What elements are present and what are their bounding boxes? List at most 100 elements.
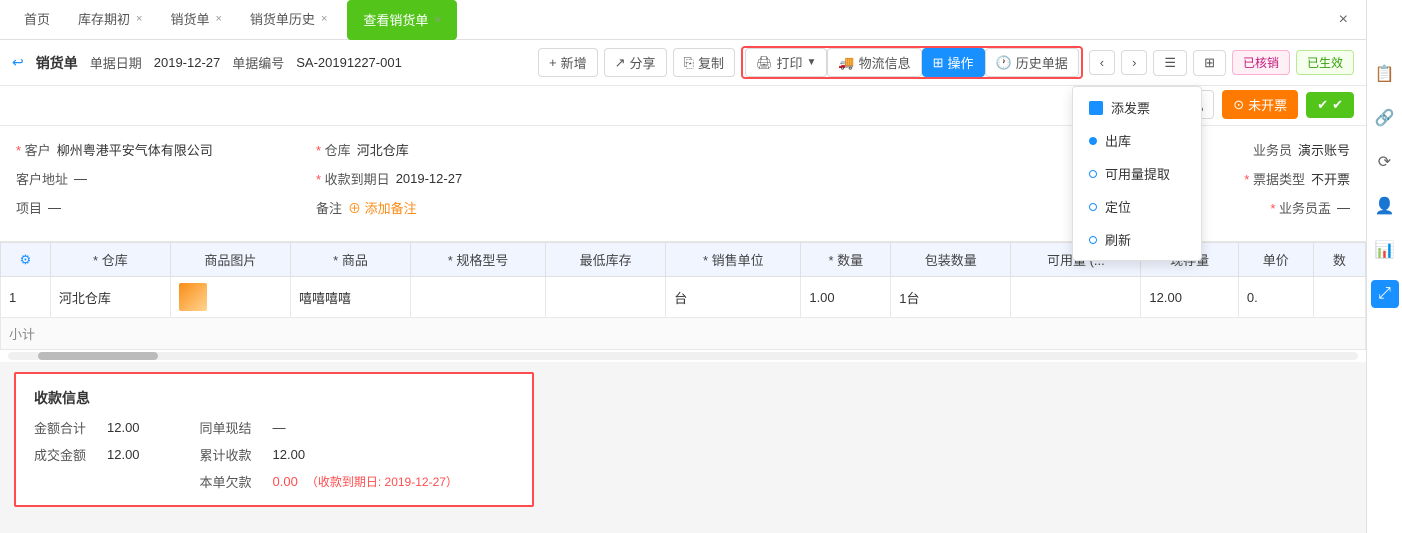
address-label: 客户地址 <box>16 169 68 188</box>
sidebar-icon-3[interactable]: ⟳ <box>1371 148 1399 176</box>
total-amount-label: 金额合计 <box>34 418 99 437</box>
tab-close-view[interactable]: × <box>434 14 440 26</box>
deal-amount-value: 12.00 <box>107 447 140 462</box>
sales-staff-label: 业务员盂 <box>1270 198 1331 217</box>
menu-item-add-invoice[interactable]: 添发票 <box>1073 91 1201 124</box>
nav-next-button[interactable]: › <box>1121 50 1147 75</box>
doc-number-label: 单据编号 <box>232 53 284 72</box>
operate-button[interactable]: ⊞ 操作 <box>922 48 985 77</box>
col-settings[interactable]: ⚙ <box>1 243 51 277</box>
total-amount-row: 金额合计 12.00 <box>34 418 140 437</box>
view-grid-button[interactable]: ⊞ <box>1193 50 1226 76</box>
warehouse-field: 仓库 河北仓库 <box>316 140 596 159</box>
customer-field: 客户 柳州粤港平安气体有限公司 <box>16 140 296 159</box>
cell-price: 0. <box>1238 277 1313 318</box>
sidebar-icon-4[interactable]: 👤 <box>1371 192 1399 220</box>
add-note-button[interactable]: ⊕ 添加备注 <box>348 198 417 217</box>
confirm-button[interactable]: ✔ ✔ <box>1306 92 1354 118</box>
nav-prev-button[interactable]: ‹ <box>1089 50 1115 75</box>
main-toolbar: ↩ 销货单 单据日期 2019-12-27 单据编号 SA-20191227-0… <box>0 40 1366 86</box>
warehouse-value: 河北仓库 <box>357 140 409 159</box>
sidebar-icon-2[interactable]: 🔗 <box>1371 104 1399 132</box>
cell-spec <box>411 277 546 318</box>
due-date-field: 收款到期日 2019-12-27 <box>316 169 596 188</box>
cell-current: 12.00 <box>1141 277 1238 318</box>
tab-inventory-init[interactable]: 库存期初 × <box>64 0 156 40</box>
print-icon: 🖨 <box>756 55 773 71</box>
due-value: 0.00 <box>273 474 298 489</box>
col-price: 单价 <box>1238 243 1313 277</box>
grid-icon: ⊞ <box>933 55 944 71</box>
menu-item-available-qty[interactable]: 可用量提取 <box>1073 157 1201 190</box>
plus-icon: + <box>549 55 557 70</box>
menu-item-outbound[interactable]: 出库 <box>1073 124 1201 157</box>
col-pkg: 包装数量 <box>891 243 1011 277</box>
project-value: — <box>48 200 61 215</box>
total-amount-value: 12.00 <box>107 420 140 435</box>
col-unit: * 销售单位 <box>666 243 801 277</box>
cell-qty: 1.00 <box>801 277 891 318</box>
scrollbar-thumb <box>38 352 158 360</box>
share-icon: ↗ <box>615 55 626 71</box>
doc-number-value: SA-20191227-001 <box>296 55 402 70</box>
circle-icon: ⊙ <box>1233 97 1244 113</box>
due-note: （收款到期日: 2019-12-27） <box>306 473 458 490</box>
project-label: 项目 <box>16 198 42 217</box>
staff-field: 业务员 演示账号 <box>1253 140 1350 159</box>
col-min-stock: 最低库存 <box>546 243 666 277</box>
share-button[interactable]: ↗ 分享 <box>604 48 667 77</box>
note-label: 备注 <box>316 198 342 217</box>
copy-button[interactable]: ⎘ 复制 <box>673 48 735 77</box>
address-value: — <box>74 171 87 186</box>
tab-home[interactable]: 首页 <box>10 0 64 40</box>
gear-icon: ⚙ <box>20 252 32 267</box>
print-button[interactable]: 🖨 打印 ▼ <box>745 48 827 77</box>
payment-section: 收款信息 金额合计 12.00 成交金额 12.00 同单现结 — <box>14 372 534 507</box>
product-image <box>179 283 207 311</box>
menu-item-refresh[interactable]: 刷新 <box>1073 223 1201 256</box>
horizontal-scrollbar[interactable] <box>8 352 1358 360</box>
tab-close-history[interactable]: × <box>321 13 327 25</box>
sidebar-icon-expand[interactable]: ⤢ <box>1371 280 1399 308</box>
not-open-button[interactable]: ⊙ 未开票 <box>1222 90 1298 119</box>
staff-label: 业务员 <box>1253 140 1292 159</box>
col-qty: * 数量 <box>801 243 891 277</box>
payment-rows: 金额合计 12.00 成交金额 12.00 同单现结 — 累计收款 <box>34 418 514 491</box>
add-button[interactable]: + 新增 <box>538 48 598 77</box>
right-sidebar: 📋 🔗 ⟳ 👤 📊 ⤢ <box>1366 0 1402 533</box>
address-field: 客户地址 — <box>16 169 296 188</box>
deal-amount-label: 成交金额 <box>34 445 99 464</box>
history-button[interactable]: 🕐 历史单据 <box>985 48 1079 77</box>
view-list-button[interactable]: ☰ <box>1153 50 1187 76</box>
sold-badge: 已核销 <box>1232 50 1290 75</box>
warehouse-label: 仓库 <box>316 140 351 159</box>
invoice-icon <box>1089 101 1103 115</box>
due-row: 本单欠款 0.00 （收款到期日: 2019-12-27） <box>200 472 458 491</box>
menu-item-locate[interactable]: 定位 <box>1073 190 1201 223</box>
cumulative-value: 12.00 <box>273 447 306 462</box>
col-warehouse: * 仓库 <box>50 243 170 277</box>
deal-amount-row: 成交金额 12.00 <box>34 445 140 464</box>
col-extra: 数 <box>1313 243 1365 277</box>
tab-close-inventory[interactable]: × <box>136 13 142 25</box>
tab-sales-history[interactable]: 销货单历史 × <box>236 0 341 40</box>
same-order-label: 同单现结 <box>200 418 265 437</box>
sales-staff-value: — <box>1337 200 1350 215</box>
cell-min-stock <box>546 277 666 318</box>
same-order-row: 同单现结 — <box>200 418 458 437</box>
refresh-icon <box>1089 236 1097 244</box>
logistics-button[interactable]: 🚚 物流信息 <box>827 48 921 77</box>
tab-close-sales[interactable]: × <box>215 13 221 25</box>
ticket-value: 不开票 <box>1311 169 1350 188</box>
cell-extra <box>1313 277 1365 318</box>
effect-badge: 已生效 <box>1296 50 1354 75</box>
tab-sales[interactable]: 销货单 × <box>156 0 235 40</box>
sidebar-icon-5[interactable]: 📊 <box>1371 236 1399 264</box>
cumulative-row: 累计收款 12.00 <box>200 445 458 464</box>
window-close-button[interactable]: × <box>1331 11 1356 29</box>
project-field: 项目 — <box>16 198 296 217</box>
tab-view-sales[interactable]: 查看销货单 × <box>347 0 456 40</box>
sidebar-icon-1[interactable]: 📋 <box>1371 60 1399 88</box>
subtotal-row: 小计 <box>1 318 1366 350</box>
due-date-value: 2019-12-27 <box>396 171 463 186</box>
